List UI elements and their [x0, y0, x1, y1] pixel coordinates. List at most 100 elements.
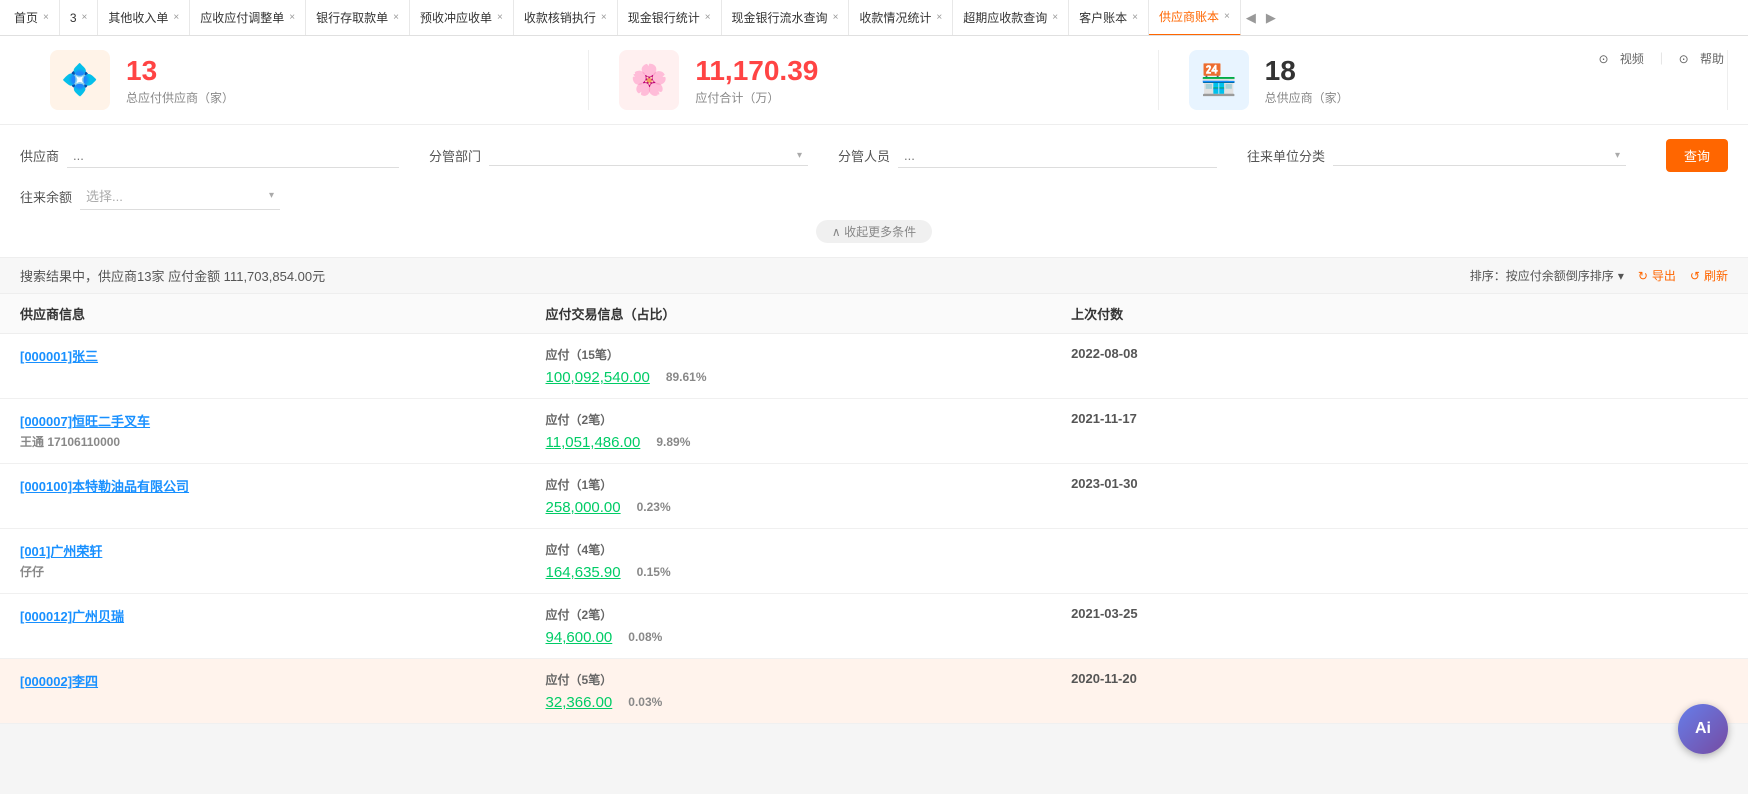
total-supplier-icon: 🏪: [1189, 50, 1249, 110]
payable-amount[interactable]: 258,000.00: [546, 499, 621, 516]
filter-section: 供应商 分管部门 ▾ 分管人员 往来单位分类 ▾ 查询 往来余额 选择: [0, 125, 1748, 258]
nav-tab-bank-deposit[interactable]: 银行存取款单 ×: [306, 0, 410, 36]
collapse-button[interactable]: ∧ 收起更多条件: [816, 220, 932, 243]
nav-tab-ap-adjust[interactable]: 应收应付调整单 ×: [190, 0, 306, 36]
nav-tab-advance-verify[interactable]: 预收冲应收单 ×: [410, 0, 514, 36]
supplier-info-cell: [000007]恒旺二手叉车 王通 17106110000: [20, 411, 546, 450]
payable-percent: 89.61%: [666, 370, 707, 384]
supplier-info-cell: [000001]张三: [20, 346, 546, 365]
nav-tab-cash-bank-stat[interactable]: 现金银行统计 ×: [618, 0, 722, 36]
person-input[interactable]: [898, 144, 1217, 168]
lastpay-cell: 2022-08-08: [1071, 346, 1465, 361]
total-supplier-label: 总供应商（家）: [1265, 89, 1349, 106]
close-icon[interactable]: ×: [43, 12, 49, 23]
nav-tab-cash-bank-flow[interactable]: 现金银行流水查询 ×: [722, 0, 850, 36]
filter-category: 往来单位分类 ▾: [1247, 146, 1626, 166]
ai-button[interactable]: Ai: [1678, 704, 1728, 754]
payable-amount[interactable]: 11,051,486.00: [546, 434, 641, 451]
table-row: [000002]李四 应付（5笔） 32,366.00 0.03% 2020-1…: [0, 659, 1748, 724]
close-icon[interactable]: ×: [1132, 12, 1138, 23]
table-row: [000007]恒旺二手叉车 王通 17106110000 应付（2笔） 11,…: [0, 399, 1748, 464]
lastpay-cell: 2020-11-20: [1071, 671, 1465, 686]
table-row: [000100]本特勒油品有限公司 应付（1笔） 258,000.00 0.23…: [0, 464, 1748, 529]
lastpay-cell: 2023-01-30: [1071, 476, 1465, 491]
nav-tab-overdue-query[interactable]: 超期应收款查询 ×: [953, 0, 1069, 36]
close-icon[interactable]: ×: [1052, 12, 1058, 23]
dept-filter-label: 分管部门: [429, 146, 481, 165]
payable-info-cell: 应付（5笔） 32,366.00 0.03%: [546, 671, 1072, 711]
search-button[interactable]: 查询: [1666, 139, 1728, 172]
balance-select[interactable]: 选择... ▾: [80, 182, 280, 210]
payable-info-cell: 应付（2笔） 11,051,486.00 9.89%: [546, 411, 1072, 451]
category-select[interactable]: ▾: [1333, 146, 1626, 166]
close-icon[interactable]: ×: [173, 12, 179, 23]
nav-tab-supplier-account[interactable]: 供应商账本 ×: [1149, 0, 1241, 36]
supplier-link[interactable]: [000012]广州贝瑞: [20, 606, 546, 625]
close-icon[interactable]: ×: [936, 12, 942, 23]
result-bar: 搜索结果中，供应商13家 应付金额 111,703,854.00元 排序：按应付…: [0, 258, 1748, 294]
supplier-info-cell: [001]广州荣轩 仔仔: [20, 541, 546, 580]
supplier-filter-label: 供应商: [20, 146, 59, 165]
balance-filter-label: 往来余额: [20, 187, 72, 206]
dept-select[interactable]: ▾: [489, 146, 808, 166]
table-row: [000012]广州贝瑞 应付（2笔） 94,600.00 0.08% 2021…: [0, 594, 1748, 659]
summary-card-payable-suppliers: 💠 13 总应付供应商（家）: [20, 50, 589, 110]
supplier-link[interactable]: [001]广州荣轩: [20, 541, 546, 560]
close-icon[interactable]: ×: [705, 12, 711, 23]
sort-selector[interactable]: 排序：按应付余额倒序排序 ▾: [1470, 267, 1624, 284]
chevron-down-icon: ▾: [797, 150, 802, 161]
payable-amount[interactable]: 164,635.90: [546, 564, 621, 581]
supplier-link[interactable]: [000100]本特勒油品有限公司: [20, 476, 546, 495]
filter-dept: 分管部门 ▾: [429, 146, 808, 166]
chevron-down-icon: ▾: [1615, 150, 1620, 161]
video-link[interactable]: 视频: [1620, 52, 1644, 66]
nav-tab-home[interactable]: 首页 ×: [4, 0, 60, 36]
payable-info-cell: 应付（2笔） 94,600.00 0.08%: [546, 606, 1072, 646]
close-icon[interactable]: ×: [833, 12, 839, 23]
col-header-lastpay: 上次付数: [1071, 304, 1465, 323]
col-header-payable: 应付交易信息（占比）: [546, 304, 1072, 323]
close-icon[interactable]: ×: [497, 12, 503, 23]
chevron-down-icon: ▾: [269, 190, 274, 201]
col-header-supplier: 供应商信息: [20, 304, 546, 323]
supplier-link[interactable]: [000001]张三: [20, 346, 546, 365]
refresh-icon: ↺: [1690, 269, 1700, 283]
supplier-table: 供应商信息 应付交易信息（占比） 上次付数 [000001]张三 应付（15笔）…: [0, 294, 1748, 724]
supplier-link[interactable]: [000002]李四: [20, 671, 546, 690]
category-filter-label: 往来单位分类: [1247, 146, 1325, 165]
person-filter-label: 分管人员: [838, 146, 890, 165]
close-icon[interactable]: ×: [393, 12, 399, 23]
ai-button-area: Ai: [1678, 704, 1728, 754]
payable-info-cell: 应付（1笔） 258,000.00 0.23%: [546, 476, 1072, 516]
total-supplier-count: 18: [1265, 54, 1349, 88]
close-icon[interactable]: ×: [1224, 11, 1230, 22]
payable-supplier-label: 总应付供应商（家）: [126, 89, 234, 106]
help-link[interactable]: 帮助: [1700, 52, 1724, 66]
nav-left-arrow[interactable]: ◀: [1241, 0, 1261, 36]
refresh-button[interactable]: ↺ 刷新: [1690, 267, 1728, 284]
payable-amount[interactable]: 32,366.00: [546, 694, 613, 711]
export-button[interactable]: ↻ 导出: [1638, 267, 1676, 284]
payable-supplier-count: 13: [126, 54, 234, 88]
help-links: ⊙ 视频 ｜ ⊙ 帮助: [1594, 50, 1728, 67]
help-icon: ⊙: [1679, 52, 1689, 66]
nav-tab-other-income[interactable]: 其他收入单 ×: [98, 0, 190, 36]
nav-right-arrow[interactable]: ▶: [1261, 0, 1281, 36]
result-info-text: 搜索结果中，供应商13家 应付金额 111,703,854.00元: [20, 266, 325, 285]
payable-amount[interactable]: 94,600.00: [546, 629, 613, 646]
close-icon[interactable]: ×: [82, 12, 88, 23]
payable-percent: 0.23%: [637, 500, 671, 514]
payable-percent: 0.15%: [637, 565, 671, 579]
nav-tab-customer-account[interactable]: 客户账本 ×: [1069, 0, 1149, 36]
close-icon[interactable]: ×: [289, 12, 295, 23]
payable-info-cell: 应付（15笔） 100,092,540.00 89.61%: [546, 346, 1072, 386]
payable-info-cell: 应付（4笔） 164,635.90 0.15%: [546, 541, 1072, 581]
nav-tab-t3[interactable]: 3 ×: [60, 0, 99, 36]
nav-tab-receipt-verify[interactable]: 收款核销执行 ×: [514, 0, 618, 36]
filter-row-1: 供应商 分管部门 ▾ 分管人员 往来单位分类 ▾ 查询: [20, 139, 1728, 172]
nav-tab-receipt-stat[interactable]: 收款情况统计 ×: [849, 0, 953, 36]
close-icon[interactable]: ×: [601, 12, 607, 23]
supplier-link[interactable]: [000007]恒旺二手叉车: [20, 411, 546, 430]
supplier-input[interactable]: [67, 144, 399, 168]
payable-amount[interactable]: 100,092,540.00: [546, 369, 650, 386]
